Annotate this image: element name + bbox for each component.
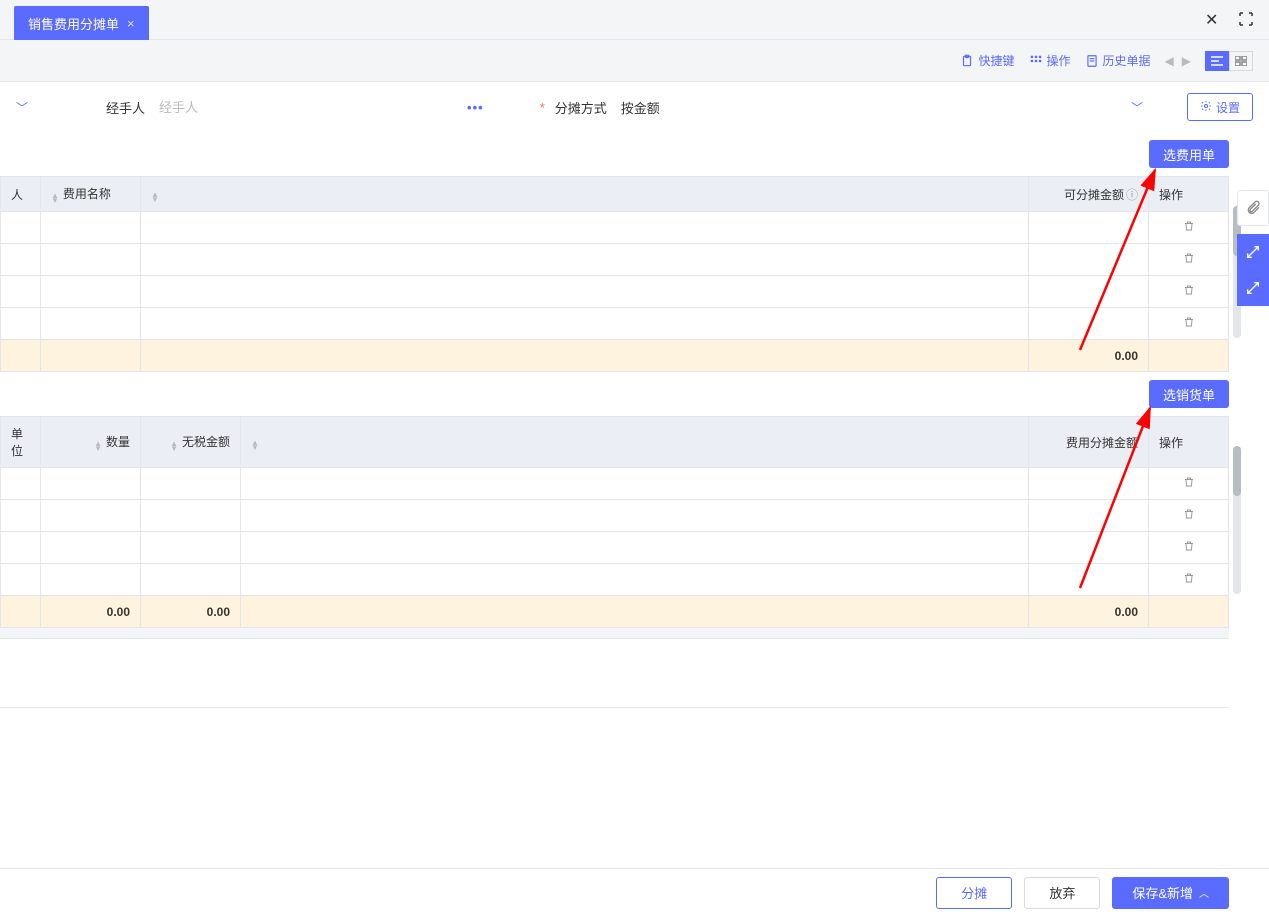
trash-icon[interactable]	[1183, 253, 1195, 267]
operate-button[interactable]: 操作	[1029, 52, 1071, 69]
table-row[interactable]	[1, 468, 1229, 500]
table-row[interactable]	[1, 308, 1229, 340]
col-alloc-amt[interactable]: 费用分摊金额	[1029, 417, 1149, 468]
shortcut-label: 快捷键	[978, 52, 1014, 69]
col-amt-notax[interactable]: ▲▼无税金额	[141, 417, 241, 468]
tab-close-icon[interactable]: ×	[127, 16, 135, 31]
more-icon[interactable]: •••	[467, 100, 484, 115]
col-person[interactable]: 人	[1, 177, 41, 212]
table-row[interactable]	[1, 532, 1229, 564]
toolbar: 快捷键 操作 历史单据 ◀ ▶	[0, 40, 1269, 82]
required-mark: *	[540, 100, 545, 115]
sales-table: 单位 ▲▼数量 ▲▼无税金额 ▲▼ 费用分摊金额 操作 0.0	[0, 416, 1229, 628]
col-qty[interactable]: ▲▼数量	[41, 417, 141, 468]
table-row[interactable]	[1, 564, 1229, 596]
total-qty: 0.00	[41, 596, 141, 628]
footer: 分摊 放弃 保存&新增 ︿	[0, 868, 1269, 916]
trash-icon[interactable]	[1183, 221, 1195, 235]
method-label: 分摊方式	[555, 98, 607, 117]
table-row[interactable]	[1, 244, 1229, 276]
trash-icon[interactable]	[1183, 285, 1195, 299]
sort-icon: ▲▼	[94, 441, 102, 451]
grid-icon	[1029, 54, 1043, 68]
gear-icon	[1200, 100, 1212, 115]
sort-icon: ▲▼	[170, 441, 178, 451]
operate-label: 操作	[1047, 52, 1071, 69]
allocate-button[interactable]: 分摊	[936, 877, 1012, 909]
col-expense-name[interactable]: ▲▼费用名称	[41, 177, 141, 212]
handler-label: 经手人	[106, 98, 145, 117]
list-view-button[interactable]	[1205, 51, 1229, 71]
trash-icon[interactable]	[1183, 477, 1195, 491]
doc-icon	[1085, 54, 1099, 68]
history-pager: ◀ ▶	[1165, 54, 1191, 68]
scrollbar[interactable]	[1233, 446, 1241, 594]
history-button[interactable]: 历史单据	[1085, 52, 1151, 69]
expense-table: 人 ▲▼费用名称 ▲▼ 可分摊金额ⓘ 操作 0.00	[0, 176, 1229, 372]
attachment-button[interactable]	[1237, 190, 1269, 226]
sort-icon: ▲▼	[51, 193, 59, 203]
trash-icon[interactable]	[1183, 573, 1195, 587]
discard-button[interactable]: 放弃	[1024, 877, 1100, 909]
totals-row: 0.00 0.00 0.00	[1, 596, 1229, 628]
table-row[interactable]	[1, 212, 1229, 244]
trash-icon[interactable]	[1183, 509, 1195, 523]
col-blank[interactable]: ▲▼	[141, 177, 1029, 212]
shortcut-button[interactable]: 快捷键	[960, 52, 1014, 69]
trash-icon[interactable]	[1183, 317, 1195, 331]
page-tab-title: 销售费用分摊单	[28, 14, 119, 33]
expand-out-button[interactable]	[1237, 234, 1269, 270]
card-view-button[interactable]	[1229, 51, 1253, 71]
col-blank2[interactable]: ▲▼	[241, 417, 1029, 468]
expand-in-button[interactable]	[1237, 270, 1269, 306]
remarks-panel[interactable]	[0, 638, 1229, 708]
history-label: 历史单据	[1103, 52, 1151, 69]
handler-input[interactable]	[159, 100, 459, 115]
form-row: ﹀ 经手人 ••• * 分摊方式 按金额 ﹀ 设置	[0, 82, 1269, 132]
table-row[interactable]	[1, 276, 1229, 308]
total-alloc: 0.00	[1029, 596, 1149, 628]
prev-icon[interactable]: ◀	[1165, 54, 1174, 68]
save-label: 保存&新增	[1132, 883, 1193, 902]
method-chevron-down-icon[interactable]: ﹀	[1131, 99, 1143, 116]
col-unit[interactable]: 单位	[1, 417, 41, 468]
help-icon[interactable]: ⓘ	[1126, 188, 1138, 202]
col-actions: 操作	[1149, 177, 1229, 212]
settings-button[interactable]: 设置	[1187, 93, 1253, 121]
save-and-new-button[interactable]: 保存&新增 ︿	[1112, 877, 1229, 909]
table-row[interactable]	[1, 500, 1229, 532]
settings-label: 设置	[1216, 99, 1240, 116]
col-allocatable-amount[interactable]: 可分摊金额ⓘ	[1029, 177, 1149, 212]
fullscreen-icon[interactable]	[1237, 10, 1255, 28]
total-allocatable: 0.00	[1029, 340, 1149, 372]
sort-icon: ▲▼	[251, 440, 259, 450]
clipboard-icon	[960, 54, 974, 68]
totals-row: 0.00	[1, 340, 1229, 372]
col-actions2: 操作	[1149, 417, 1229, 468]
select-sales-button[interactable]: 选销货单	[1149, 380, 1229, 408]
next-icon[interactable]: ▶	[1182, 54, 1191, 68]
trash-icon[interactable]	[1183, 541, 1195, 555]
sort-icon: ▲▼	[151, 192, 159, 202]
chevron-up-icon: ︿	[1199, 885, 1209, 900]
chevron-down-icon[interactable]: ﹀	[16, 99, 28, 116]
total-amt: 0.00	[141, 596, 241, 628]
method-value[interactable]: 按金额	[621, 98, 1123, 117]
page-tab[interactable]: 销售费用分摊单 ×	[14, 6, 149, 40]
select-expense-button[interactable]: 选费用单	[1149, 140, 1229, 168]
close-icon[interactable]: ✕	[1205, 10, 1221, 26]
